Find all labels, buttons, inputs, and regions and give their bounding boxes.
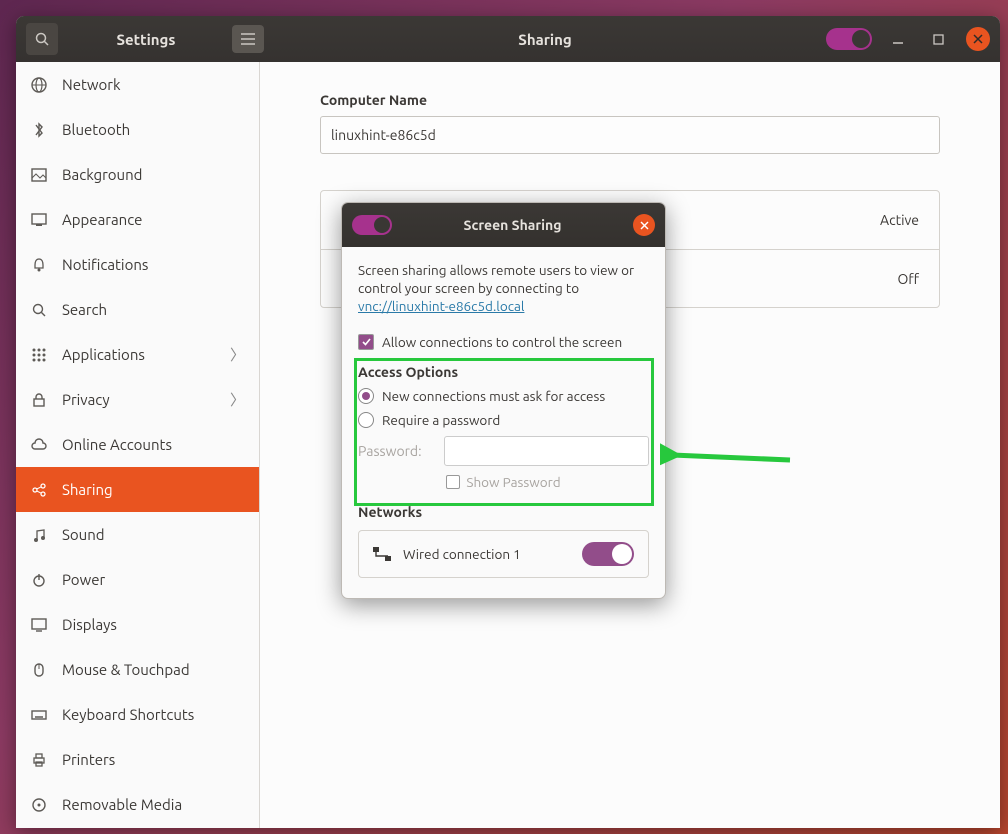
sidebar-item-network[interactable]: Network bbox=[16, 62, 259, 107]
sidebar-item-label: Online Accounts bbox=[62, 436, 172, 453]
sidebar-item-sound[interactable]: Sound bbox=[16, 512, 259, 557]
sidebar-item-search[interactable]: Search bbox=[16, 287, 259, 332]
search-icon bbox=[30, 301, 48, 319]
sidebar-item-applications[interactable]: Applications 〉 bbox=[16, 332, 259, 377]
allow-control-label: Allow connections to control the screen bbox=[382, 334, 622, 350]
computer-name-input[interactable] bbox=[320, 116, 940, 154]
sidebar: Network Bluetooth Background Appearance Noti… bbox=[16, 62, 260, 828]
check-icon bbox=[361, 336, 372, 347]
display-icon bbox=[30, 616, 48, 634]
mouse-icon bbox=[30, 661, 48, 679]
dialog-close-button[interactable] bbox=[633, 214, 655, 236]
sidebar-item-label: Applications bbox=[62, 346, 145, 363]
sidebar-item-label: Mouse & Touchpad bbox=[62, 661, 190, 678]
sidebar-item-label: Search bbox=[62, 301, 107, 318]
sidebar-item-label: Network bbox=[62, 76, 121, 93]
access-options-title: Access Options bbox=[358, 364, 649, 380]
sidebar-item-notifications[interactable]: Notifications bbox=[16, 242, 259, 287]
screen-sharing-state: Active bbox=[880, 212, 919, 228]
network-row: Wired connection 1 bbox=[358, 530, 649, 578]
maximize-button[interactable] bbox=[926, 27, 950, 51]
sidebar-item-displays[interactable]: Displays bbox=[16, 602, 259, 647]
media-sharing-state: Off bbox=[897, 271, 919, 287]
show-password-checkbox[interactable] bbox=[446, 475, 460, 489]
app-title: Settings bbox=[66, 31, 226, 48]
sidebar-item-label: Sharing bbox=[62, 481, 113, 498]
sidebar-item-label: Privacy bbox=[62, 391, 110, 408]
chevron-right-icon: 〉 bbox=[230, 389, 245, 410]
sidebar-item-label: Background bbox=[62, 166, 142, 183]
sidebar-item-privacy[interactable]: Privacy 〉 bbox=[16, 377, 259, 422]
screen-sharing-toggle[interactable] bbox=[352, 215, 392, 235]
computer-name-label: Computer Name bbox=[320, 92, 940, 108]
sidebar-item-bluetooth[interactable]: Bluetooth bbox=[16, 107, 259, 152]
search-button[interactable] bbox=[26, 23, 58, 55]
minimize-button[interactable] bbox=[886, 27, 910, 51]
sidebar-item-sharing[interactable]: Sharing bbox=[16, 467, 259, 512]
sidebar-item-label: Notifications bbox=[62, 256, 148, 273]
sidebar-item-removable-media[interactable]: Removable Media bbox=[16, 782, 259, 827]
require-password-radio[interactable] bbox=[358, 412, 374, 428]
network-toggle[interactable] bbox=[582, 542, 634, 566]
close-button[interactable] bbox=[966, 27, 990, 51]
hamburger-icon bbox=[241, 33, 255, 45]
sidebar-item-label: Keyboard Shortcuts bbox=[62, 706, 194, 723]
bell-icon bbox=[30, 256, 48, 274]
dialog-description: Screen sharing allows remote users to vi… bbox=[358, 261, 649, 316]
password-label: Password: bbox=[358, 443, 436, 459]
sidebar-item-power[interactable]: Power bbox=[16, 557, 259, 602]
dialog-titlebar: Screen Sharing bbox=[342, 203, 665, 247]
keyboard-icon bbox=[30, 706, 48, 724]
password-input[interactable] bbox=[444, 436, 649, 466]
minimize-icon bbox=[892, 33, 904, 45]
music-icon bbox=[30, 526, 48, 544]
chevron-right-icon: 〉 bbox=[230, 344, 245, 365]
background-icon bbox=[30, 166, 48, 184]
sidebar-item-label: Sound bbox=[62, 526, 105, 543]
globe-icon bbox=[30, 76, 48, 94]
ask-access-label: New connections must ask for access bbox=[382, 388, 605, 404]
close-icon bbox=[973, 34, 983, 44]
ask-access-radio[interactable] bbox=[358, 388, 374, 404]
sharing-master-toggle[interactable] bbox=[826, 28, 872, 50]
sidebar-item-label: Removable Media bbox=[62, 796, 182, 813]
sidebar-item-label: Printers bbox=[62, 751, 115, 768]
window-controls bbox=[886, 27, 990, 51]
titlebar: Settings Sharing bbox=[16, 16, 1000, 62]
show-password-label: Show Password bbox=[466, 474, 560, 490]
vnc-link[interactable]: vnc://linuxhint-e86c5d.local bbox=[358, 298, 524, 314]
media-icon bbox=[30, 796, 48, 814]
sidebar-item-label: Bluetooth bbox=[62, 121, 130, 138]
sidebar-item-label: Appearance bbox=[62, 211, 142, 228]
allow-control-checkbox[interactable] bbox=[358, 334, 374, 350]
sidebar-item-mouse-touchpad[interactable]: Mouse & Touchpad bbox=[16, 647, 259, 692]
lock-icon bbox=[30, 391, 48, 409]
sidebar-item-appearance[interactable]: Appearance bbox=[16, 197, 259, 242]
screen-sharing-dialog: Screen Sharing Screen sharing allows rem… bbox=[341, 202, 666, 599]
cloud-icon bbox=[30, 436, 48, 454]
printer-icon bbox=[30, 751, 48, 769]
networks-title: Networks bbox=[358, 504, 649, 520]
power-icon bbox=[30, 571, 48, 589]
network-name: Wired connection 1 bbox=[403, 546, 521, 562]
sidebar-item-label: Power bbox=[62, 571, 105, 588]
close-icon bbox=[640, 221, 649, 230]
bluetooth-icon bbox=[30, 121, 48, 139]
sidebar-item-background[interactable]: Background bbox=[16, 152, 259, 197]
wired-network-icon bbox=[373, 547, 391, 561]
appearance-icon bbox=[30, 211, 48, 229]
search-icon bbox=[34, 31, 50, 47]
sidebar-item-online-accounts[interactable]: Online Accounts bbox=[16, 422, 259, 467]
dialog-title: Screen Sharing bbox=[392, 217, 633, 233]
grid-icon bbox=[30, 346, 48, 364]
sidebar-item-keyboard-shortcuts[interactable]: Keyboard Shortcuts bbox=[16, 692, 259, 737]
share-icon bbox=[30, 481, 48, 499]
sidebar-item-label: Displays bbox=[62, 616, 117, 633]
hamburger-menu-button[interactable] bbox=[232, 25, 264, 53]
maximize-icon bbox=[933, 34, 944, 45]
sidebar-item-printers[interactable]: Printers bbox=[16, 737, 259, 782]
require-password-label: Require a password bbox=[382, 412, 500, 428]
page-title: Sharing bbox=[264, 31, 826, 48]
